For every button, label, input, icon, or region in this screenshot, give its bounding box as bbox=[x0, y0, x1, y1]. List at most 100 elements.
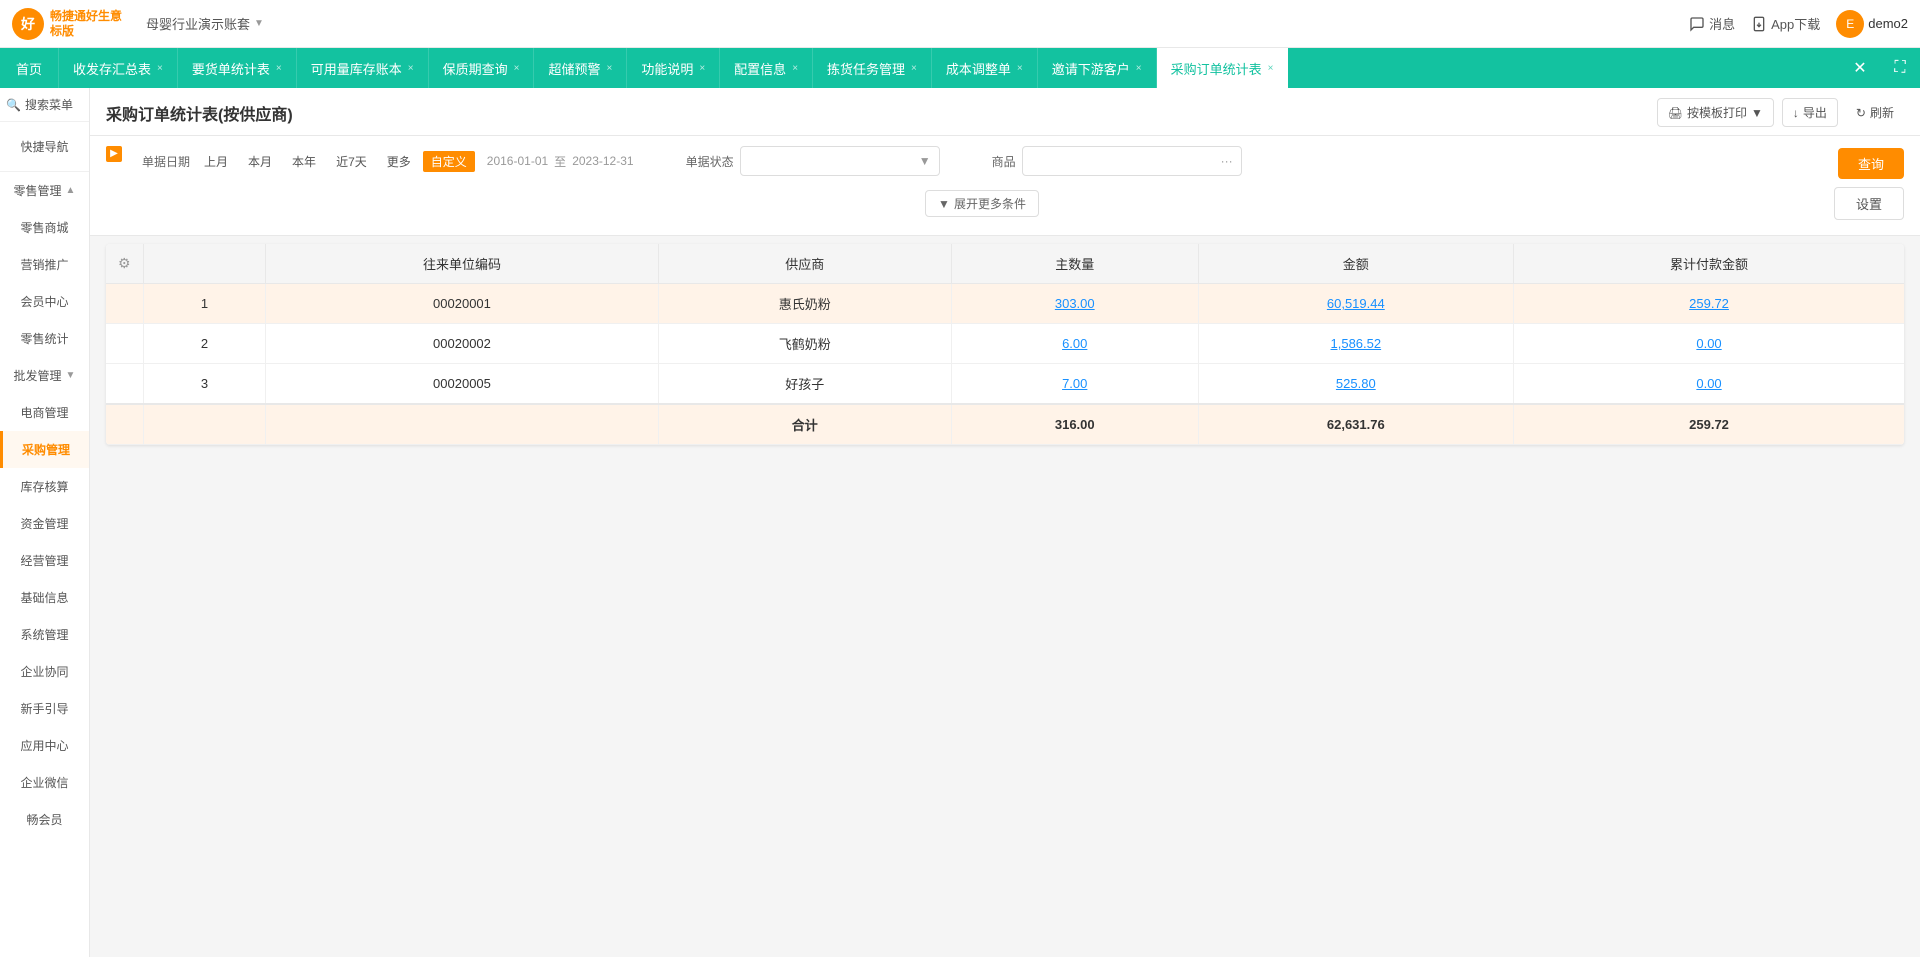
col-unit-code: 往来单位编码 bbox=[266, 244, 658, 284]
export-icon: ↓ bbox=[1793, 106, 1799, 120]
close-icon[interactable]: × bbox=[1136, 63, 1142, 74]
close-icon[interactable]: × bbox=[699, 63, 705, 74]
table-body: 1 00020001 惠氏奶粉 303.00 60,519.44 259.72 … bbox=[106, 284, 1904, 405]
data-table: ⚙ 往来单位编码 供应商 主数量 金额 累计付款金额 1 00020001 bbox=[106, 244, 1904, 445]
sidebar: 🔍 搜索菜单 快捷导航 零售管理 ▲ 零售商城 营销推广 会员中心 零售统计 批… bbox=[0, 88, 90, 957]
print-button[interactable]: 🖨 按模板打印 ▼ bbox=[1657, 98, 1774, 127]
tab-purchase-summary[interactable]: 采购订单统计表 × bbox=[1157, 48, 1289, 88]
sidebar-item-purchase[interactable]: 采购管理 bbox=[0, 431, 89, 468]
query-button[interactable]: 查询 bbox=[1838, 148, 1904, 179]
workspace-selector[interactable]: 母婴行业演示账套 ▼ bbox=[146, 14, 264, 33]
cell-main-qty: 7.00 bbox=[951, 364, 1198, 405]
chevron-icon: ▼ bbox=[66, 370, 76, 381]
logo-area: 好 畅捷通好生意 标版 bbox=[12, 8, 122, 40]
export-button[interactable]: ↓ 导出 bbox=[1782, 98, 1838, 127]
sidebar-item-retail[interactable]: 零售管理 ▲ bbox=[0, 172, 89, 209]
sidebar-item-enterprise-wechat[interactable]: 企业微信 bbox=[0, 764, 89, 801]
message-action[interactable]: 消息 bbox=[1689, 14, 1735, 33]
close-icon[interactable]: × bbox=[911, 63, 917, 74]
sidebar-item-ecommerce[interactable]: 电商管理 bbox=[0, 394, 89, 431]
maximize-btn[interactable]: ⛶ bbox=[1880, 48, 1920, 88]
shortcut-7days[interactable]: 近7天 bbox=[328, 151, 375, 172]
sidebar-item-new-guide[interactable]: 新手引导 bbox=[0, 690, 89, 727]
sidebar-item-quick-nav[interactable]: 快捷导航 bbox=[0, 128, 89, 165]
refresh-button[interactable]: ↻ 刷新 bbox=[1846, 99, 1904, 126]
shortcut-more[interactable]: 更多 bbox=[379, 151, 419, 172]
filter-date: 单据日期 上月 本月 本年 近7天 更多 自定义 bbox=[142, 151, 475, 172]
user-profile[interactable]: E demo2 bbox=[1836, 10, 1908, 38]
close-icon[interactable]: × bbox=[276, 63, 282, 74]
cell-supplier: 好孩子 bbox=[658, 364, 951, 405]
sidebar-item-app-center[interactable]: 应用中心 bbox=[0, 727, 89, 764]
sidebar-item-operations[interactable]: 经营管理 bbox=[0, 542, 89, 579]
table-container: ⚙ 往来单位编码 供应商 主数量 金额 累计付款金额 1 00020001 bbox=[90, 236, 1920, 957]
expand-filters-btn[interactable]: ▶ bbox=[106, 146, 122, 162]
tab-oversupply[interactable]: 超储预警 × bbox=[534, 48, 627, 88]
sidebar-item-inventory[interactable]: 库存核算 bbox=[0, 468, 89, 505]
shortcut-last-month[interactable]: 上月 bbox=[196, 151, 236, 172]
sidebar-item-wholesale[interactable]: 批发管理 ▼ bbox=[0, 357, 89, 394]
tab-pick-task[interactable]: 拣货任务管理 × bbox=[813, 48, 932, 88]
footer-paid-amount: 259.72 bbox=[1514, 404, 1904, 445]
app-download-action[interactable]: App下载 bbox=[1751, 14, 1820, 33]
cell-amount: 60,519.44 bbox=[1198, 284, 1513, 324]
page-title-row: 采购订单统计表(按供应商) 🖨 按模板打印 ▼ ↓ 导出 ↻ 刷新 bbox=[106, 98, 1904, 127]
col-settings: ⚙ bbox=[106, 244, 143, 284]
table-header-row: ⚙ 往来单位编码 供应商 主数量 金额 累计付款金额 bbox=[106, 244, 1904, 284]
shortcut-this-month[interactable]: 本月 bbox=[240, 151, 280, 172]
shortcut-this-year[interactable]: 本年 bbox=[284, 151, 324, 172]
settings-button[interactable]: 设置 bbox=[1834, 187, 1904, 220]
shortcut-custom[interactable]: 自定义 bbox=[423, 151, 475, 172]
sidebar-item-marketing[interactable]: 营销推广 bbox=[0, 246, 89, 283]
goods-input[interactable]: ··· bbox=[1022, 146, 1242, 176]
col-supplier: 供应商 bbox=[658, 244, 951, 284]
footer-supplier: 合计 bbox=[658, 404, 951, 445]
tab-config-info[interactable]: 配置信息 × bbox=[720, 48, 813, 88]
nav-tabs: 首页 收发存汇总表 × 要货单统计表 × 可用量库存账本 × 保质期查询 × 超… bbox=[0, 48, 1920, 88]
cell-unit-code: 00020001 bbox=[266, 284, 658, 324]
close-icon[interactable]: × bbox=[514, 63, 520, 74]
date-shortcuts: 上月 本月 本年 近7天 更多 自定义 bbox=[196, 151, 475, 172]
tab-goods-summary[interactable]: 要货单统计表 × bbox=[178, 48, 297, 88]
sidebar-item-retail-mall[interactable]: 零售商城 bbox=[0, 209, 89, 246]
tab-cost-adjust[interactable]: 成本调整单 × bbox=[932, 48, 1038, 88]
sidebar-quick-nav: 快捷导航 bbox=[0, 122, 89, 172]
tab-expiry-query[interactable]: 保质期查询 × bbox=[429, 48, 535, 88]
content-area: 采购订单统计表(按供应商) 🖨 按模板打印 ▼ ↓ 导出 ↻ 刷新 bbox=[90, 88, 1920, 957]
close-icon[interactable]: × bbox=[1017, 63, 1023, 74]
chevron-down-icon: ▼ bbox=[938, 197, 950, 211]
close-tab-btn[interactable]: ✕ bbox=[1840, 48, 1880, 88]
cell-amount: 1,586.52 bbox=[1198, 324, 1513, 364]
close-icon[interactable]: × bbox=[157, 63, 163, 74]
close-icon[interactable]: × bbox=[408, 63, 414, 74]
tab-feature-desc[interactable]: 功能说明 × bbox=[627, 48, 720, 88]
close-icon[interactable]: × bbox=[792, 63, 798, 74]
gear-icon[interactable]: ⚙ bbox=[118, 255, 131, 271]
tab-home[interactable]: 首页 bbox=[0, 48, 59, 88]
sidebar-item-base-info[interactable]: 基础信息 bbox=[0, 579, 89, 616]
chevron-down-icon: ▼ bbox=[254, 18, 264, 29]
footer-row-num bbox=[143, 404, 266, 445]
sidebar-search[interactable]: 🔍 搜索菜单 bbox=[0, 88, 89, 122]
close-icon[interactable]: × bbox=[1268, 63, 1274, 74]
cell-main-qty: 6.00 bbox=[951, 324, 1198, 364]
sidebar-item-enterprise[interactable]: 企业协同 bbox=[0, 653, 89, 690]
col-main-qty: 主数量 bbox=[951, 244, 1198, 284]
chevron-down-icon: ▼ bbox=[1751, 106, 1763, 120]
table-row: 1 00020001 惠氏奶粉 303.00 60,519.44 259.72 bbox=[106, 284, 1904, 324]
refresh-icon: ↻ bbox=[1856, 106, 1866, 120]
tab-invite-downstream[interactable]: 邀请下游客户 × bbox=[1038, 48, 1157, 88]
expand-filters-button[interactable]: ▼ 展开更多条件 bbox=[925, 190, 1039, 217]
sidebar-item-member2[interactable]: 畅会员 bbox=[0, 801, 89, 838]
tab-collect-send[interactable]: 收发存汇总表 × bbox=[59, 48, 178, 88]
more-filters-row: ▼ 展开更多条件 bbox=[142, 182, 1822, 225]
sidebar-item-retail-stats[interactable]: 零售统计 bbox=[0, 320, 89, 357]
status-select[interactable]: ▼ bbox=[740, 146, 940, 176]
sidebar-item-finance[interactable]: 资金管理 bbox=[0, 505, 89, 542]
avatar: E bbox=[1836, 10, 1864, 38]
table-row: 2 00020002 飞鹤奶粉 6.00 1,586.52 0.00 bbox=[106, 324, 1904, 364]
tab-available-stock[interactable]: 可用量库存账本 × bbox=[297, 48, 429, 88]
sidebar-item-member[interactable]: 会员中心 bbox=[0, 283, 89, 320]
sidebar-item-sys-mgmt[interactable]: 系统管理 bbox=[0, 616, 89, 653]
close-icon[interactable]: × bbox=[606, 63, 612, 74]
